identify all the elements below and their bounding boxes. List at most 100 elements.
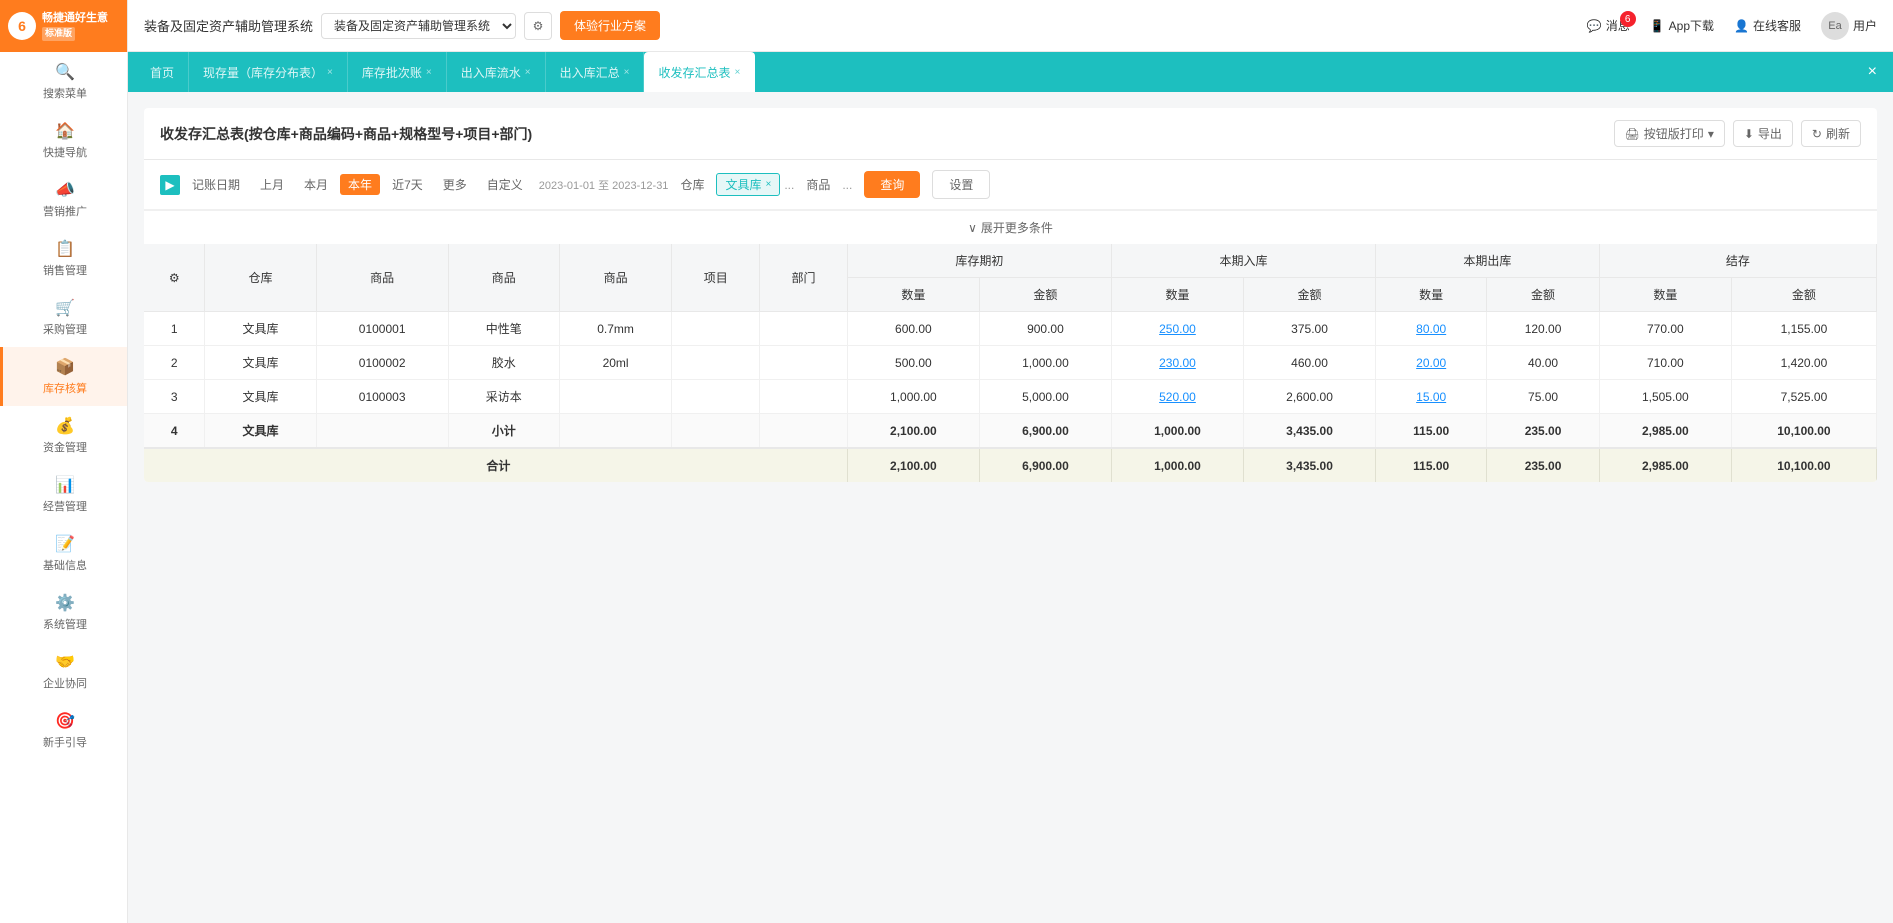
trial-button[interactable]: 体验行业方案 (560, 11, 660, 40)
sidebar-item-quicknav[interactable]: 🏠 快捷导航 (0, 111, 127, 170)
filter-bar: ▶ 记账日期 上月 本月 本年 近7天 更多 自定义 2023-01-01 至 … (144, 160, 1877, 210)
message-button[interactable]: 💬 消息 6 (1587, 17, 1630, 34)
tab-batch[interactable]: 库存批次账 × (348, 52, 447, 92)
row-out-qty[interactable]: 15.00 (1376, 380, 1487, 414)
refresh-button[interactable]: ↻ 刷新 (1801, 120, 1861, 147)
export-button[interactable]: ⬇ 导出 (1733, 120, 1793, 147)
sidebar: 6 畅捷通好生意 标准版 🔍 搜索菜单 🏠 快捷导航 📣 营销推广 📋 销售管理… (0, 0, 128, 923)
filter-settings-button[interactable]: 设置 (932, 170, 990, 199)
filter-expand-arrow[interactable]: ▶ (160, 175, 180, 195)
sidebar-item-guide[interactable]: 🎯 新手引导 (0, 701, 127, 760)
sidebar-item-search[interactable]: 🔍 搜索菜单 (0, 52, 127, 111)
topbar-right: 💬 消息 6 📱 App下载 👤 在线客服 Ea 用户 (1587, 12, 1877, 40)
footer-init-amt: 6,900.00 (979, 448, 1111, 482)
warehouse-more[interactable]: ... (784, 178, 794, 192)
date-range: 2023-01-01 至 2023-12-31 (539, 177, 669, 193)
goods-filter-label: 商品 (806, 176, 830, 193)
tab-flow[interactable]: 出入库流水 × (447, 52, 546, 92)
row-warehouse: 文具库 (205, 312, 316, 346)
row-init-amt: 6,900.00 (979, 414, 1111, 449)
sidebar-item-sales[interactable]: 📋 销售管理 (0, 229, 127, 288)
row-in-amt: 3,435.00 (1244, 414, 1376, 449)
tab-close-batch[interactable]: × (426, 67, 432, 78)
row-out-amt: 120.00 (1487, 312, 1600, 346)
row-in-qty: 1,000.00 (1111, 414, 1243, 449)
table-footer-row: 合计 2,100.00 6,900.00 1,000.00 3,435.00 1… (144, 448, 1877, 482)
col-out-qty: 数量 (1376, 278, 1487, 312)
tab-stock-dist[interactable]: 现存量（库存分布表） × (189, 52, 348, 92)
query-button[interactable]: 查询 (864, 171, 920, 198)
sidebar-item-inventory[interactable]: 📦 库存核算 (0, 347, 127, 406)
date-btn-last-month[interactable]: 上月 (252, 174, 292, 195)
row-out-amt: 75.00 (1487, 380, 1600, 414)
col-out-amt: 金额 (1487, 278, 1600, 312)
date-btn-this-month[interactable]: 本月 (296, 174, 336, 195)
row-name: 中性笔 (448, 312, 559, 346)
date-btn-7days[interactable]: 近7天 (384, 174, 431, 195)
date-btn-more[interactable]: 更多 (435, 174, 475, 195)
collab-icon: 🤝 (55, 652, 75, 672)
tab-close-summary[interactable]: × (624, 67, 630, 78)
table-settings-icon[interactable]: ⚙ (169, 271, 180, 285)
row-bal-amt: 1,155.00 (1731, 312, 1876, 346)
row-in-qty[interactable]: 520.00 (1111, 380, 1243, 414)
filter-row-main: ▶ 记账日期 上月 本月 本年 近7天 更多 自定义 2023-01-01 至 … (160, 170, 1861, 199)
goods-more[interactable]: ... (842, 178, 852, 192)
warehouse-tag-close[interactable]: × (765, 179, 771, 190)
table-row: 1文具库0100001中性笔0.7mm600.00900.00250.00375… (144, 312, 1877, 346)
row-dept (760, 346, 848, 380)
system-selector[interactable]: 装备及固定资产辅助管理系统 (321, 13, 516, 39)
tab-close-recv-send[interactable]: × (734, 67, 740, 78)
print-button[interactable]: 🖨 按钮版打印 ▾ (1614, 120, 1725, 147)
print-icon: 🖨 (1625, 127, 1640, 141)
tabbar-close-all[interactable]: × (1860, 63, 1885, 81)
sidebar-item-basicinfo[interactable]: 📝 基础信息 (0, 524, 127, 583)
tab-close-stock-dist[interactable]: × (327, 67, 333, 78)
row-init-amt: 5,000.00 (979, 380, 1111, 414)
date-btn-this-year[interactable]: 本年 (340, 174, 380, 195)
online-support-button[interactable]: 👤 在线客服 (1734, 17, 1801, 34)
row-in-qty[interactable]: 230.00 (1111, 346, 1243, 380)
col-code: 商品 (316, 244, 448, 312)
row-bal-amt: 7,525.00 (1731, 380, 1876, 414)
sidebar-item-system[interactable]: ⚙️ 系统管理 (0, 583, 127, 642)
col-spec: 商品 (559, 244, 671, 312)
sidebar-item-operations[interactable]: 📊 经营管理 (0, 465, 127, 524)
tab-close-flow[interactable]: × (525, 67, 531, 78)
row-code: 0100003 (316, 380, 448, 414)
topbar: 装备及固定资产辅助管理系统 装备及固定资产辅助管理系统 ⚙ 体验行业方案 💬 消… (128, 0, 1893, 52)
col-settings[interactable]: ⚙ (144, 244, 205, 312)
support-icon: 👤 (1734, 19, 1749, 33)
col-group-bal: 结存 (1599, 244, 1876, 278)
row-bal-qty: 2,985.00 (1599, 414, 1731, 449)
tab-summary[interactable]: 出入库汇总 × (546, 52, 645, 92)
sidebar-item-collab[interactable]: 🤝 企业协同 (0, 642, 127, 701)
sidebar-item-marketing[interactable]: 📣 营销推广 (0, 170, 127, 229)
row-warehouse: 文具库 (205, 380, 316, 414)
col-init-qty: 数量 (847, 278, 979, 312)
app-logo: 6 畅捷通好生意 标准版 (0, 0, 127, 52)
tab-home[interactable]: 首页 (136, 52, 189, 92)
date-btn-custom[interactable]: 自定义 (479, 174, 531, 195)
app-download-button[interactable]: 📱 App下载 (1650, 17, 1714, 34)
sidebar-item-finance[interactable]: 💰 资金管理 (0, 406, 127, 465)
warehouse-filter: 文具库 × ... (716, 173, 794, 196)
topbar-left: 装备及固定资产辅助管理系统 装备及固定资产辅助管理系统 ⚙ 体验行业方案 (144, 11, 660, 40)
row-out-qty[interactable]: 80.00 (1376, 312, 1487, 346)
warehouse-tag[interactable]: 文具库 × (716, 173, 780, 196)
row-init-amt: 1,000.00 (979, 346, 1111, 380)
tab-recv-send[interactable]: 收发存汇总表 × (644, 52, 755, 92)
row-in-qty[interactable]: 250.00 (1111, 312, 1243, 346)
settings-gear-icon[interactable]: ⚙ (524, 12, 552, 40)
user-menu[interactable]: Ea 用户 (1821, 12, 1877, 40)
expand-conditions-button[interactable]: ∨ 展开更多条件 (960, 215, 1061, 240)
row-warehouse: 文具库 (205, 346, 316, 380)
col-in-amt: 金额 (1244, 278, 1376, 312)
row-out-qty[interactable]: 20.00 (1376, 346, 1487, 380)
goods-filter: ... (842, 178, 852, 192)
sidebar-item-purchase[interactable]: 🛒 采购管理 (0, 288, 127, 347)
col-in-qty: 数量 (1111, 278, 1243, 312)
row-bal-qty: 1,505.00 (1599, 380, 1731, 414)
row-bal-amt: 1,420.00 (1731, 346, 1876, 380)
row-warehouse: 文具库 (205, 414, 316, 449)
